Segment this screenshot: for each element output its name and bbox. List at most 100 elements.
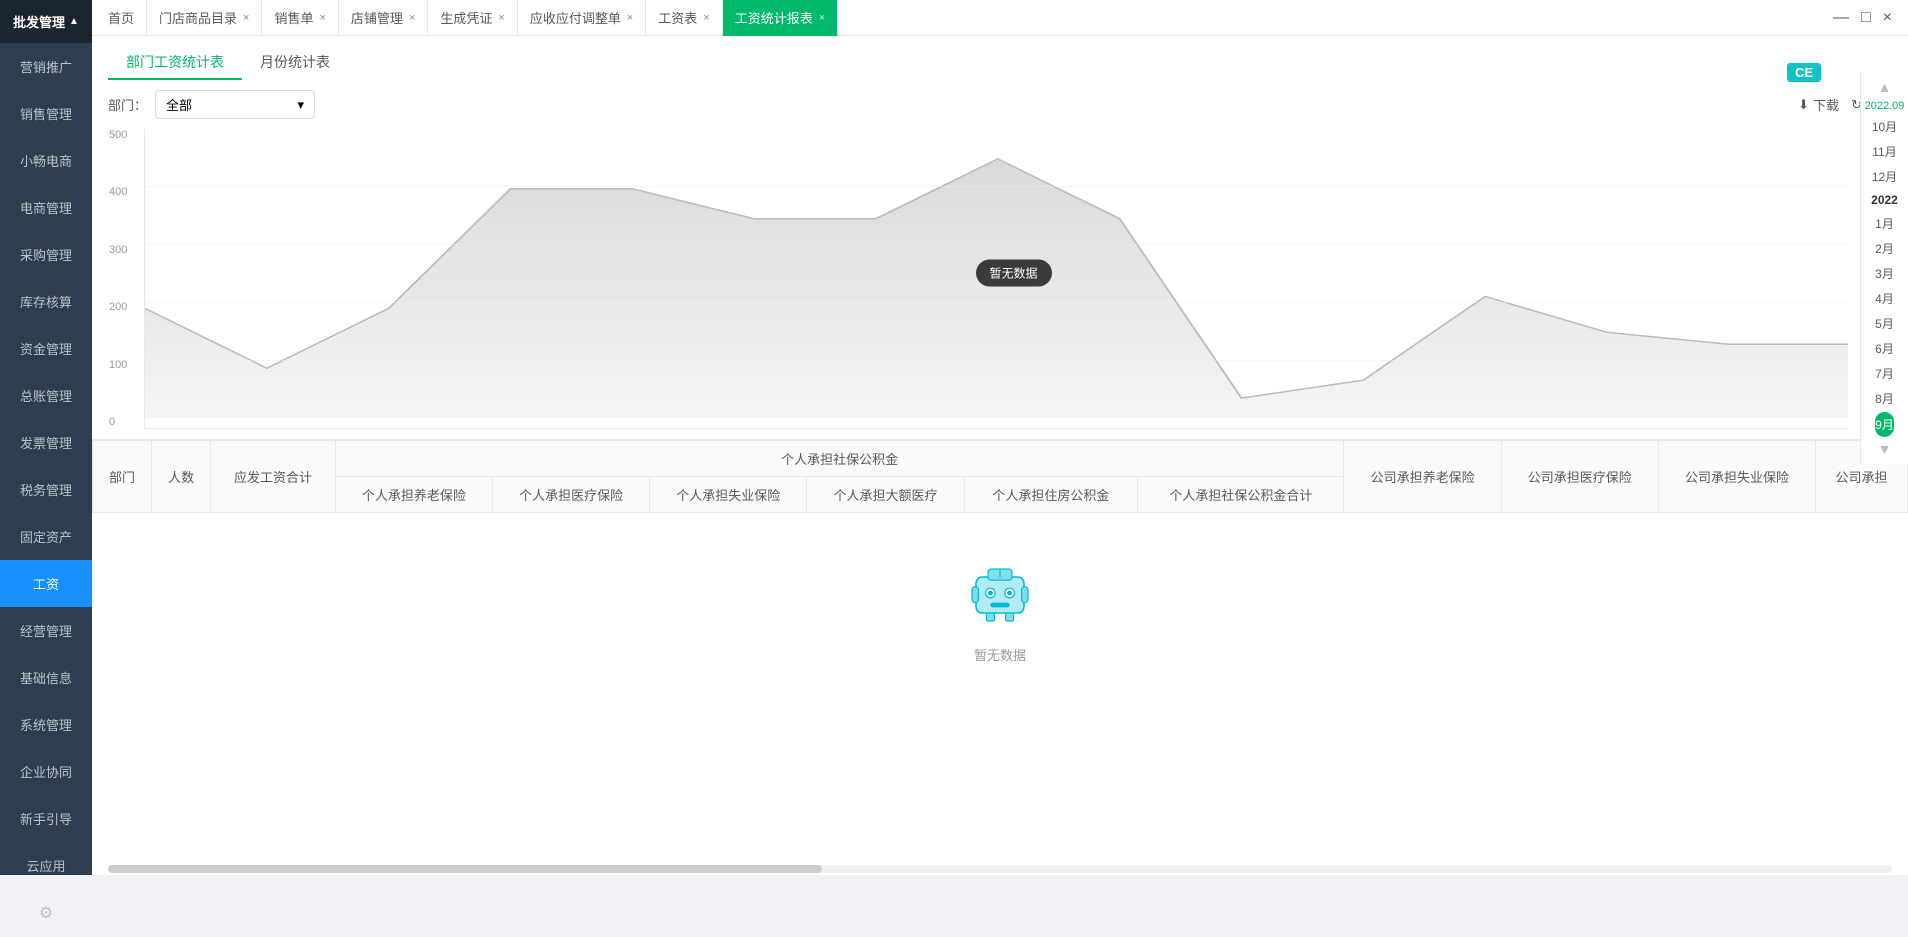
chevron-down-icon: ▾ <box>297 97 304 113</box>
sidebar-header[interactable]: 批发管理 ▲ <box>0 0 92 43</box>
tab-close-icon[interactable]: × <box>703 12 709 24</box>
download-label: 下载 <box>1813 95 1839 114</box>
top-tab-生成凭证[interactable]: 生成凭证× <box>428 0 517 36</box>
top-tab-label: 工资表 <box>658 8 697 27</box>
toolbar-left: 部门： 全部 ▾ <box>108 90 315 119</box>
timeline-item-11月[interactable]: 11月 <box>1871 139 1898 164</box>
window-close-button[interactable]: × <box>1879 5 1896 31</box>
top-tab-label: 首页 <box>108 8 134 27</box>
timeline-item-8月[interactable]: 8月 <box>1871 386 1898 411</box>
top-tab-label: 应收应付调整单 <box>530 8 621 27</box>
tab-close-icon[interactable]: × <box>319 12 325 24</box>
timeline-item-2月[interactable]: 2月 <box>1871 236 1898 261</box>
th-company-pension: 公司承担养老保险 <box>1344 441 1501 513</box>
timeline-item-5月[interactable]: 5月 <box>1871 311 1898 336</box>
top-tab-label: 店铺管理 <box>351 8 403 27</box>
timeline-item-9月[interactable]: 9月 <box>1875 412 1894 437</box>
table-wrapper[interactable]: 部门 人数 应发工资合计 个人承担社保公积金 公司承担养老保险 公司承担医疗保险… <box>92 439 1908 863</box>
tab-close-icon[interactable]: × <box>819 12 825 24</box>
empty-icon <box>960 553 1040 633</box>
th-company-unemployment: 公司承担失业保险 <box>1658 441 1815 513</box>
sidebar-item-营销推广[interactable]: 营销推广 <box>0 43 92 90</box>
sidebar: 批发管理 ▲ 营销推广销售管理小畅电商电商管理采购管理库存核算资金管理总账管理发… <box>0 0 92 875</box>
tab-close-icon[interactable]: × <box>409 12 415 24</box>
sidebar-item-电商管理[interactable]: 电商管理 <box>0 184 92 231</box>
sidebar-item-小畅电商[interactable]: 小畅电商 <box>0 137 92 184</box>
top-tab-label: 销售单 <box>274 8 313 27</box>
th-personal-total: 个人承担社保公积金合计 <box>1138 477 1344 513</box>
window-minimize-button[interactable]: — <box>1829 5 1853 31</box>
sidebar-item-总账管理[interactable]: 总账管理 <box>0 372 92 419</box>
sidebar-item-资金管理[interactable]: 资金管理 <box>0 325 92 372</box>
table-header-row1: 部门 人数 应发工资合计 个人承担社保公积金 公司承担养老保险 公司承担医疗保险… <box>93 441 1908 477</box>
settings-button[interactable]: ⚙ <box>0 889 92 937</box>
y-label-200: 200 <box>109 301 127 313</box>
sidebar-item-基础信息[interactable]: 基础信息 <box>0 654 92 701</box>
th-personal-insurance: 个人承担社保公积金 <box>335 441 1344 477</box>
empty-state: 暂无数据 <box>92 513 1908 684</box>
top-tab-销售单[interactable]: 销售单 × <box>262 0 338 36</box>
horizontal-scrollbar[interactable] <box>108 865 1892 873</box>
settings-icon: ⚙ <box>39 905 53 922</box>
main-content: 首页门店商品目录×销售单×店铺管理×生成凭证×应收应付调整单×工资表×工资统计报… <box>92 0 1908 875</box>
tab-close-icon[interactable]: × <box>627 12 633 24</box>
top-tab-应收应付调整单[interactable]: 应收应付调整单 × <box>518 0 646 36</box>
sidebar-item-系统管理[interactable]: 系统管理 <box>0 701 92 748</box>
sidebar-item-库存核算[interactable]: 库存核算 <box>0 278 92 325</box>
timeline-item-1月[interactable]: 1月 <box>1871 211 1898 236</box>
download-icon: ⬇ <box>1798 97 1809 113</box>
th-personal-medical: 个人承担医疗保险 <box>492 477 649 513</box>
th-count: 人数 <box>152 441 211 513</box>
timeline-item-4月[interactable]: 4月 <box>1871 286 1898 311</box>
tab-close-icon[interactable]: × <box>243 12 249 24</box>
timeline-item-2022[interactable]: 2022 <box>1871 189 1898 211</box>
th-dept: 部门 <box>93 441 152 513</box>
timeline-up-icon[interactable]: ▲ <box>1878 76 1892 98</box>
dept-select-value: 全部 <box>166 95 192 114</box>
top-tab-首页[interactable]: 首页 <box>96 0 147 36</box>
sidebar-item-新手引导[interactable]: 新手引导 <box>0 795 92 842</box>
scrollbar-thumb[interactable] <box>108 865 822 873</box>
y-label-400: 400 <box>109 186 127 198</box>
th-personal-unemployment: 个人承担失业保险 <box>650 477 807 513</box>
sidebar-item-税务管理[interactable]: 税务管理 <box>0 466 92 513</box>
timeline-item-6月[interactable]: 6月 <box>1871 336 1898 361</box>
timeline-item-7月[interactable]: 7月 <box>1871 361 1898 386</box>
top-tab-店铺管理[interactable]: 店铺管理 × <box>339 0 428 36</box>
sidebar-item-企业协同[interactable]: 企业协同 <box>0 748 92 795</box>
right-timeline: ▲ 2022.09 10月11月12月20221月2月3月4月5月6月7月8月9… <box>1860 72 1908 464</box>
data-table: 部门 人数 应发工资合计 个人承担社保公积金 公司承担养老保险 公司承担医疗保险… <box>92 440 1908 513</box>
top-tab-label: 工资统计报表 <box>735 8 813 27</box>
y-label-300: 300 <box>109 244 127 256</box>
top-tab-label: 门店商品目录 <box>159 8 237 27</box>
top-tab-工资表[interactable]: 工资表 × <box>646 0 722 36</box>
timeline-item-10月[interactable]: 10月 <box>1871 114 1898 139</box>
top-tab-工资统计报表[interactable]: 工资统计报表 × <box>723 0 838 36</box>
tab-close-icon[interactable]: × <box>498 12 504 24</box>
download-button[interactable]: ⬇ 下载 <box>1798 95 1839 114</box>
sidebar-item-工资[interactable]: 工资 <box>0 560 92 607</box>
th-personal-pension: 个人承担养老保险 <box>335 477 492 513</box>
chart-container: 500 400 300 200 100 0 <box>144 129 1848 429</box>
timeline-item-12月[interactable]: 12月 <box>1871 164 1898 189</box>
chart-no-data-tooltip: 暂无数据 <box>976 259 1052 286</box>
toolbar: 部门： 全部 ▾ ⬇ 下载 ↻ 刷新 <box>92 80 1908 129</box>
sub-tabs-bar: 部门工资统计表月份统计表 <box>92 36 1908 80</box>
timeline-header: 2022.09 <box>1865 98 1905 114</box>
y-label-0: 0 <box>109 416 127 428</box>
sidebar-item-采购管理[interactable]: 采购管理 <box>0 231 92 278</box>
sidebar-item-经营管理[interactable]: 经营管理 <box>0 607 92 654</box>
sub-tab-部门工资统计表[interactable]: 部门工资统计表 <box>108 46 242 80</box>
dept-select[interactable]: 全部 ▾ <box>155 90 315 119</box>
timeline-item-3月[interactable]: 3月 <box>1871 261 1898 286</box>
window-restore-button[interactable]: □ <box>1857 5 1875 31</box>
sub-tab-月份统计表[interactable]: 月份统计表 <box>242 46 348 80</box>
sidebar-item-固定资产[interactable]: 固定资产 <box>0 513 92 560</box>
timeline-down-icon[interactable]: ▼ <box>1878 438 1892 460</box>
sidebar-item-销售管理[interactable]: 销售管理 <box>0 90 92 137</box>
sidebar-title: 批发管理 <box>13 12 65 31</box>
dept-label: 部门： <box>108 95 147 114</box>
sidebar-item-云应用[interactable]: 云应用 <box>0 842 92 889</box>
top-tab-门店商品目录[interactable]: 门店商品目录 × <box>147 0 262 36</box>
sidebar-item-发票管理[interactable]: 发票管理 <box>0 419 92 466</box>
